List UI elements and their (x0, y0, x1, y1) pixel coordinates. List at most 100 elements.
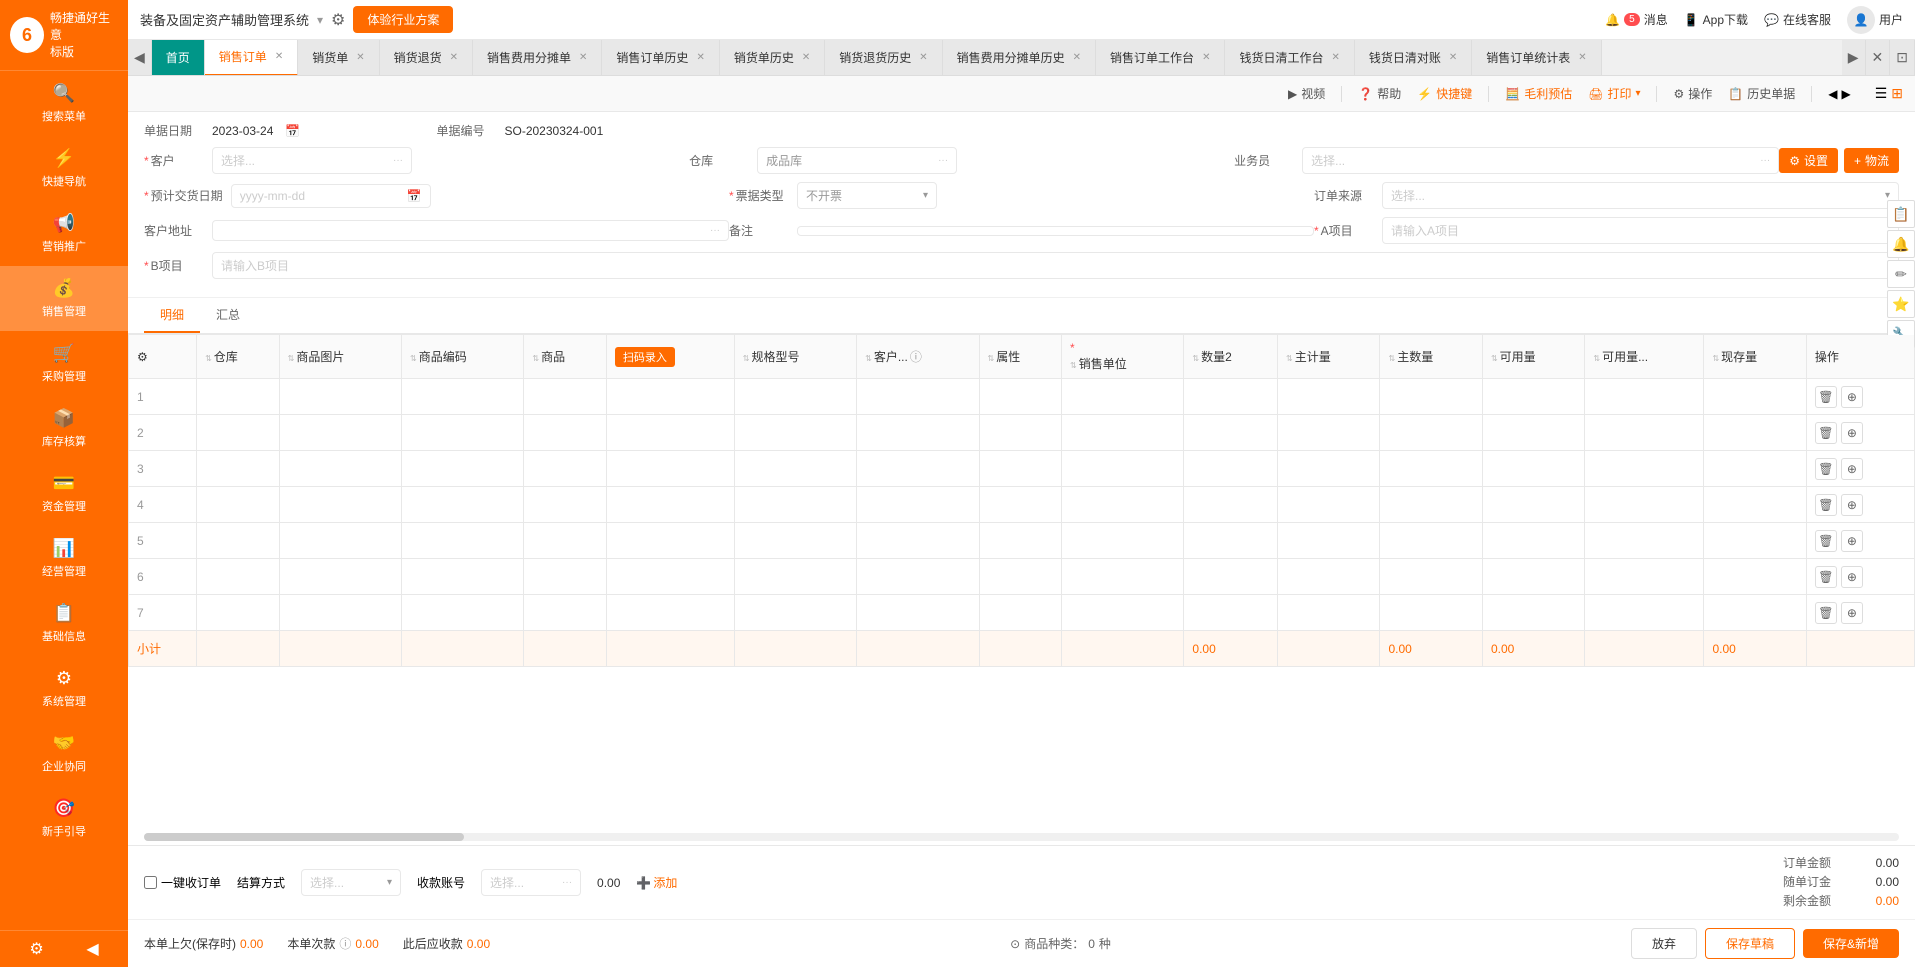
cell-3-product_code[interactable] (402, 451, 524, 487)
row-delete-4[interactable]: 🗑 (1815, 494, 1837, 516)
cell-7-spec[interactable] (734, 595, 856, 631)
tab-close-3[interactable]: ✕ (450, 52, 458, 63)
col-header-warehouse[interactable]: ⇅仓库 (197, 335, 280, 379)
date-value[interactable]: 2023-03-24 (212, 124, 273, 138)
cell-5-customer_code[interactable] (857, 523, 979, 559)
tab-5[interactable]: 销售订单历史✕ (602, 40, 719, 76)
cell-1-spec[interactable] (734, 379, 856, 415)
cell-5-product_code[interactable] (402, 523, 524, 559)
cell-7-attributes[interactable] (979, 595, 1062, 631)
star-icon[interactable]: ⭐ (1887, 290, 1915, 318)
col-sort-attributes[interactable]: ⇅属性 (988, 348, 1054, 365)
cell-6-product[interactable] (524, 559, 607, 595)
add-payment-btn[interactable]: ➕ 添加 (636, 874, 677, 891)
row-copy-5[interactable]: ⊕ (1841, 530, 1863, 552)
col-header-attributes[interactable]: ⇅属性 (979, 335, 1062, 379)
cell-4-scan[interactable] (606, 487, 734, 523)
cell-2-main_quantity[interactable] (1380, 415, 1482, 451)
cell-2-scan[interactable] (606, 415, 734, 451)
col-header-customer_code[interactable]: ⇅客户...ⓘ (857, 335, 979, 379)
sidebar-item-8[interactable]: 📋基础信息 (0, 591, 128, 656)
cell-5-available2[interactable] (1585, 523, 1704, 559)
sidebar-item-4[interactable]: 🛒采购管理 (0, 331, 128, 396)
cell-6-scan[interactable] (606, 559, 734, 595)
prev-page-icon[interactable]: ◀ (1828, 87, 1837, 101)
cell-2-customer_code[interactable] (857, 415, 979, 451)
tab-7[interactable]: 销货退货历史✕ (825, 40, 942, 76)
solution-button[interactable]: 体验行业方案 (353, 6, 453, 33)
cell-7-quantity2[interactable] (1184, 595, 1278, 631)
online-service-btn[interactable]: 💬 在线客服 (1764, 11, 1831, 28)
cell-4-product_code[interactable] (402, 487, 524, 523)
cell-1-product[interactable] (524, 379, 607, 415)
cell-5-main_unit[interactable] (1278, 523, 1380, 559)
cell-5-spec[interactable] (734, 523, 856, 559)
detail-tab-0[interactable]: 明细 (144, 298, 200, 333)
settings-side-btn[interactable]: ⚙ 设置 (1779, 148, 1838, 173)
prev-lower-info-icon[interactable]: ⓘ (339, 935, 351, 952)
col-sort-main_quantity[interactable]: ⇅主数量 (1388, 348, 1473, 365)
cell-6-customer_code[interactable] (857, 559, 979, 595)
cell-3-product_image[interactable] (279, 451, 401, 487)
row-copy-3[interactable]: ⊕ (1841, 458, 1863, 480)
cell-3-warehouse[interactable] (197, 451, 280, 487)
cell-2-warehouse[interactable] (197, 415, 280, 451)
discard-button[interactable]: 放弃 (1631, 928, 1697, 959)
scrollbar-thumb[interactable] (144, 833, 464, 841)
sidebar-item-1[interactable]: ⚡快捷导航 (0, 136, 128, 201)
cell-1-available[interactable] (1482, 379, 1584, 415)
cell-1-main_quantity[interactable] (1380, 379, 1482, 415)
sidebar-item-3[interactable]: 💰销售管理 (0, 266, 128, 331)
sidebar-item-2[interactable]: 📢营销推广 (0, 201, 128, 266)
customer-input[interactable]: 选择... ··· (212, 147, 412, 174)
tab-left-arrow[interactable]: ◀ (128, 40, 152, 76)
shortcut-btn[interactable]: ⚡ 快捷键 (1417, 85, 1472, 102)
order-source-input[interactable]: 选择... ▾ (1382, 182, 1899, 209)
cell-6-available2[interactable] (1585, 559, 1704, 595)
one-click-order-checkbox[interactable] (144, 876, 157, 889)
topbar-settings-icon[interactable]: ⚙ (331, 10, 345, 30)
help-btn[interactable]: ❓ 帮助 (1358, 85, 1401, 102)
salesperson-input[interactable]: 选择... ··· (1302, 147, 1779, 174)
cell-3-stock[interactable] (1704, 451, 1806, 487)
cell-1-warehouse[interactable] (197, 379, 280, 415)
col-header-spec[interactable]: ⇅规格型号 (734, 335, 856, 379)
list-view-icon[interactable]: ☰ (1875, 85, 1888, 102)
tab-close-7[interactable]: ✕ (919, 52, 927, 63)
col-header-sales_unit[interactable]: *⇅销售单位 (1062, 335, 1184, 379)
tab-0[interactable]: 首页 (152, 40, 205, 76)
col-sort-customer_code[interactable]: ⇅客户...ⓘ (865, 348, 970, 365)
tab-close-5[interactable]: ✕ (696, 52, 704, 63)
cell-1-available2[interactable] (1585, 379, 1704, 415)
row-copy-7[interactable]: ⊕ (1841, 602, 1863, 624)
cell-2-available2[interactable] (1585, 415, 1704, 451)
tab-12[interactable]: 销售订单统计表✕ (1472, 40, 1601, 76)
tab-close-12[interactable]: ✕ (1578, 52, 1586, 63)
cell-4-attributes[interactable] (979, 487, 1062, 523)
edit-icon[interactable]: ✏ (1887, 260, 1915, 288)
row-delete-5[interactable]: 🗑 (1815, 530, 1837, 552)
cell-6-attributes[interactable] (979, 559, 1062, 595)
view-btn[interactable]: ▶ 视频 (1288, 85, 1325, 102)
col-header-main_quantity[interactable]: ⇅主数量 (1380, 335, 1482, 379)
customer-address-input[interactable]: ··· (212, 220, 729, 241)
horizontal-scrollbar[interactable] (144, 833, 1899, 841)
sidebar-settings-icon[interactable]: ⚙ (29, 939, 43, 959)
cell-7-customer_code[interactable] (857, 595, 979, 631)
row-copy-1[interactable]: ⊕ (1841, 386, 1863, 408)
tab-2[interactable]: 销货单✕ (298, 40, 379, 76)
cell-1-sales_unit[interactable] (1062, 379, 1184, 415)
cell-7-available2[interactable] (1585, 595, 1704, 631)
cell-3-quantity2[interactable] (1184, 451, 1278, 487)
delivery-date-input[interactable]: yyyy-mm-dd 📅 (231, 184, 431, 208)
col-sort-product[interactable]: ⇅商品 (532, 348, 598, 365)
account-select[interactable]: 选择... ··· (481, 869, 581, 896)
col-sort-product_code[interactable]: ⇅商品编码 (410, 348, 515, 365)
col-sort-available2[interactable]: ⇅可用量... (1593, 348, 1695, 365)
cell-7-stock[interactable] (1704, 595, 1806, 631)
cell-6-stock[interactable] (1704, 559, 1806, 595)
cell-6-sales_unit[interactable] (1062, 559, 1184, 595)
cell-4-available2[interactable] (1585, 487, 1704, 523)
col-header-settings[interactable]: ⚙ (129, 335, 197, 379)
cell-3-attributes[interactable] (979, 451, 1062, 487)
